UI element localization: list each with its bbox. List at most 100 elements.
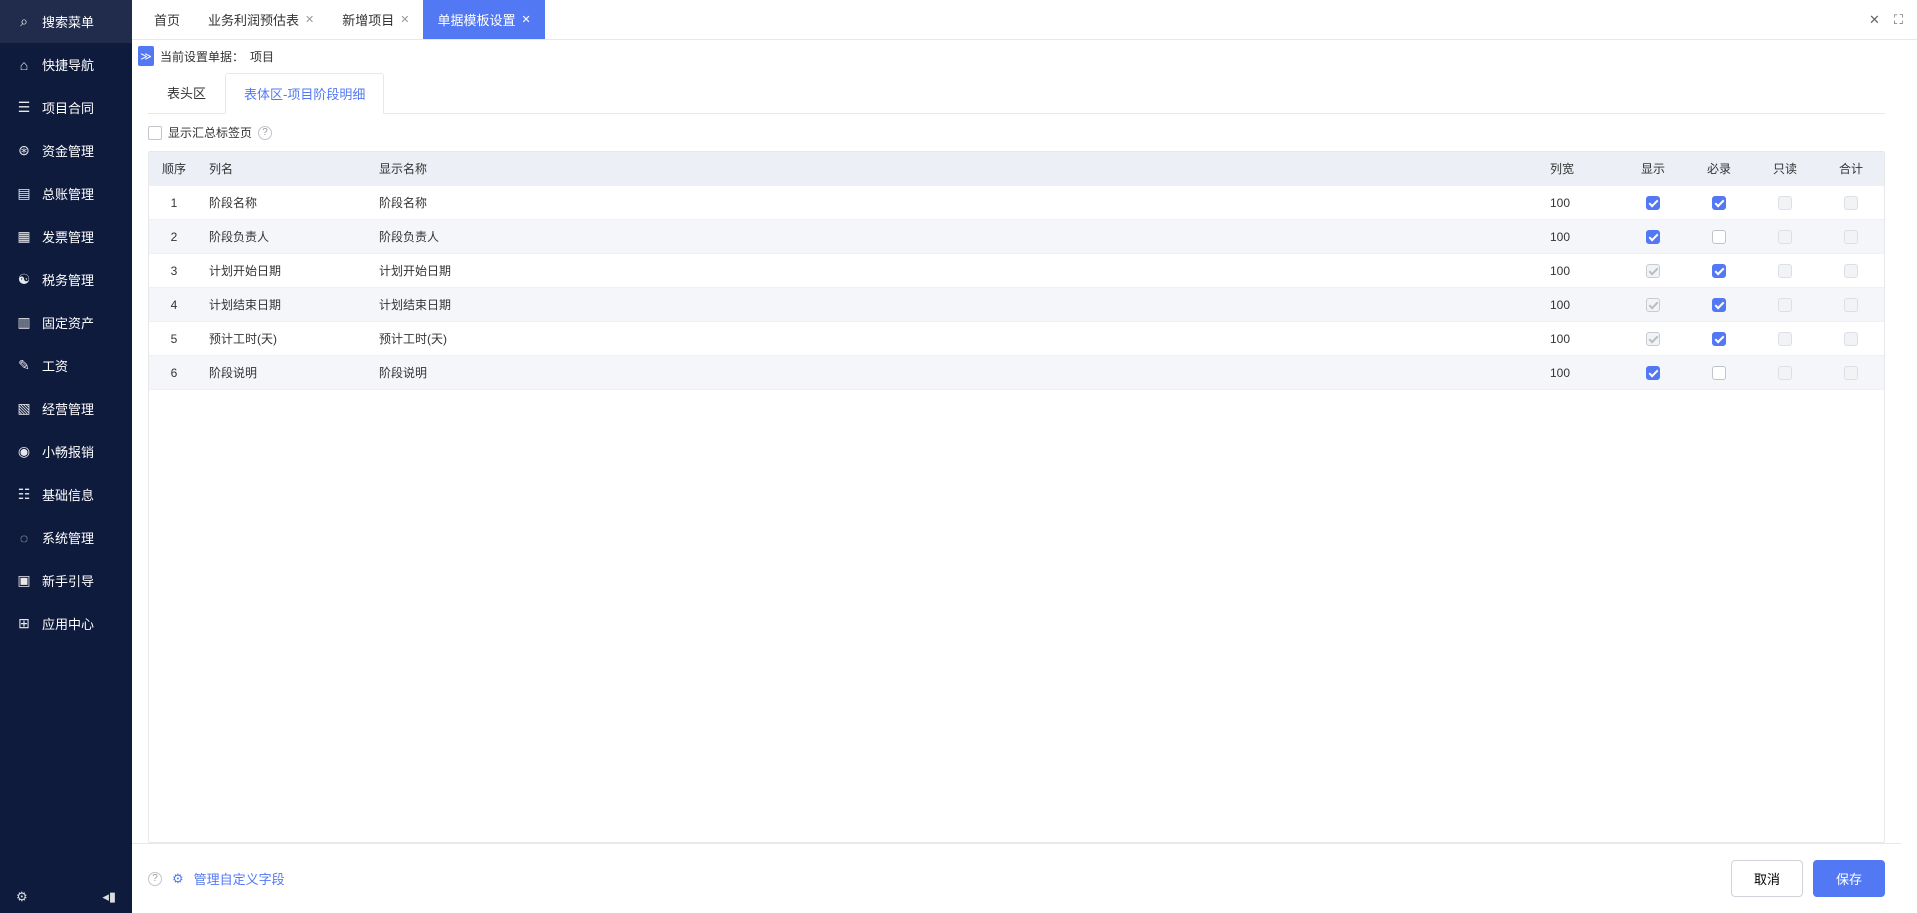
tab-2[interactable]: 新增项目✕ bbox=[328, 0, 423, 39]
cell-width[interactable]: 100 bbox=[1540, 288, 1620, 322]
show-summary-label: 显示汇总标签页 bbox=[168, 124, 252, 141]
sidebar-item-ledger[interactable]: ▤总账管理 bbox=[0, 172, 132, 215]
sidebar-item-label: 应用中心 bbox=[42, 614, 94, 633]
fullscreen-icon[interactable]: ⛶ bbox=[1894, 12, 1903, 28]
cell-total bbox=[1818, 186, 1884, 220]
cell-width[interactable]: 100 bbox=[1540, 322, 1620, 356]
cell-disp[interactable]: 预计工时(天) bbox=[369, 322, 1540, 356]
sidebar-item-label: 快捷导航 bbox=[42, 55, 94, 74]
cell-disp[interactable]: 阶段负责人 bbox=[369, 220, 1540, 254]
th-width: 列宽 bbox=[1540, 152, 1620, 186]
cell-readonly bbox=[1752, 288, 1818, 322]
tab-1[interactable]: 业务利润预估表✕ bbox=[194, 0, 328, 39]
cell-readonly bbox=[1752, 322, 1818, 356]
cancel-button[interactable]: 取消 bbox=[1731, 860, 1803, 897]
checkbox[interactable] bbox=[1712, 332, 1726, 346]
close-icon[interactable]: ✕ bbox=[305, 13, 314, 26]
cell-name[interactable]: 阶段说明 bbox=[199, 356, 369, 390]
sidebar-item-invoice[interactable]: ▦发票管理 bbox=[0, 215, 132, 258]
checkbox bbox=[1844, 332, 1858, 346]
cell-show bbox=[1620, 186, 1686, 220]
sidebar-item-project[interactable]: ☰ 项目合同 bbox=[0, 86, 132, 129]
tab-label: 首页 bbox=[154, 10, 180, 29]
checkbox[interactable] bbox=[1712, 366, 1726, 380]
table-row: 3计划开始日期计划开始日期100 bbox=[149, 254, 1884, 288]
tab-3[interactable]: 单据模板设置✕ bbox=[423, 0, 544, 39]
cell-required bbox=[1686, 254, 1752, 288]
baseinfo-icon: ☷ bbox=[16, 487, 32, 503]
close-icon[interactable]: ✕ bbox=[400, 13, 409, 26]
show-summary-checkbox[interactable]: 显示汇总标签页 bbox=[148, 124, 252, 141]
project-icon: ☰ bbox=[16, 100, 32, 116]
sidebar-item-operate[interactable]: ▧经营管理 bbox=[0, 387, 132, 430]
cell-width[interactable]: 100 bbox=[1540, 186, 1620, 220]
cell-required bbox=[1686, 288, 1752, 322]
sidebar-item-baseinfo[interactable]: ☷基础信息 bbox=[0, 473, 132, 516]
cell-total bbox=[1818, 322, 1884, 356]
checkbox[interactable] bbox=[1712, 264, 1726, 278]
cell-name[interactable]: 计划结束日期 bbox=[199, 288, 369, 322]
manage-custom-fields-link[interactable]: 管理自定义字段 bbox=[194, 869, 285, 888]
settings-icon[interactable]: ⚙ bbox=[16, 889, 28, 905]
cell-width[interactable]: 100 bbox=[1540, 254, 1620, 288]
sidebar-item-label: 项目合同 bbox=[42, 98, 94, 117]
checkbox bbox=[1844, 298, 1858, 312]
asset-icon: ▥ bbox=[16, 315, 32, 331]
sidebar-item-sysmgr[interactable]: ◌系统管理 bbox=[0, 516, 132, 559]
sidebar-item-fund[interactable]: ⊛资金管理 bbox=[0, 129, 132, 172]
checkbox bbox=[1844, 264, 1858, 278]
cell-name[interactable]: 预计工时(天) bbox=[199, 322, 369, 356]
checkbox[interactable] bbox=[1646, 366, 1660, 380]
sidebar-item-appcenter[interactable]: ⊞ 应用中心 bbox=[0, 602, 132, 645]
sidebar-item-label: 新手引导 bbox=[42, 571, 94, 590]
help-icon[interactable]: ? bbox=[258, 126, 272, 140]
close-all-icon[interactable]: ✕ bbox=[1869, 12, 1880, 28]
sidebar-item-label: 总账管理 bbox=[42, 184, 94, 203]
cell-disp[interactable]: 计划结束日期 bbox=[369, 288, 1540, 322]
cell-width[interactable]: 100 bbox=[1540, 220, 1620, 254]
subtabs: 表头区表体区-项目阶段明细 bbox=[148, 72, 1885, 114]
checkbox[interactable] bbox=[1712, 298, 1726, 312]
cell-disp[interactable]: 阶段说明 bbox=[369, 356, 1540, 390]
sidebar-item-label: 固定资产 bbox=[42, 313, 94, 332]
notice-value: 项目 bbox=[250, 48, 274, 65]
sidebar-item-guide[interactable]: ▣ 新手引导 bbox=[0, 559, 132, 602]
sidebar-item-label: 资金管理 bbox=[42, 141, 94, 160]
cell-disp[interactable]: 阶段名称 bbox=[369, 186, 1540, 220]
sidebar-item-salary[interactable]: ✎工资 bbox=[0, 344, 132, 387]
checkbox[interactable] bbox=[1646, 196, 1660, 210]
notice-prefix: 当前设置单据： bbox=[160, 48, 244, 65]
appcenter-icon: ⊞ bbox=[16, 616, 32, 632]
sidebar-item-xcbx[interactable]: ◉小畅报销 bbox=[0, 430, 132, 473]
checkbox[interactable] bbox=[1712, 196, 1726, 210]
checkbox[interactable] bbox=[1712, 230, 1726, 244]
sidebar-item-search[interactable]: ⌕搜索菜单 bbox=[0, 0, 132, 43]
close-icon[interactable]: ✕ bbox=[522, 13, 531, 26]
guide-icon: ▣ bbox=[16, 573, 32, 589]
sidebar-item-asset[interactable]: ▥ 固定资产 bbox=[0, 301, 132, 344]
cell-name[interactable]: 计划开始日期 bbox=[199, 254, 369, 288]
collapse-icon[interactable]: ◂▮ bbox=[102, 889, 116, 905]
sidebar-item-quicknav[interactable]: ⌂快捷导航 bbox=[0, 43, 132, 86]
cell-show bbox=[1620, 254, 1686, 288]
checkbox[interactable] bbox=[1646, 230, 1660, 244]
notice-toggle-icon[interactable]: ≫ bbox=[138, 46, 154, 66]
cell-name[interactable]: 阶段名称 bbox=[199, 186, 369, 220]
cell-name[interactable]: 阶段负责人 bbox=[199, 220, 369, 254]
cell-disp[interactable]: 计划开始日期 bbox=[369, 254, 1540, 288]
salary-icon: ✎ bbox=[16, 358, 32, 374]
tab-0[interactable]: 首页 bbox=[140, 0, 194, 39]
sidebar: ⌕搜索菜单⌂快捷导航 ☰ 项目合同 ⊛资金管理▤总账管理▦发票管理☯税务管理 ▥ 固定资产… bbox=[0, 0, 132, 913]
subtab-0[interactable]: 表头区 bbox=[148, 72, 225, 113]
save-button[interactable]: 保存 bbox=[1813, 860, 1885, 897]
cell-readonly bbox=[1752, 356, 1818, 390]
footer-help-icon[interactable]: ? bbox=[148, 872, 162, 886]
subtab-1[interactable]: 表体区-项目阶段明细 bbox=[225, 73, 384, 114]
sidebar-item-label: 小畅报销 bbox=[42, 442, 94, 461]
cell-show bbox=[1620, 288, 1686, 322]
sidebar-item-tax[interactable]: ☯税务管理 bbox=[0, 258, 132, 301]
th-total: 合计 bbox=[1818, 152, 1884, 186]
checkbox bbox=[1778, 332, 1792, 346]
th-required: 必录 bbox=[1686, 152, 1752, 186]
cell-width[interactable]: 100 bbox=[1540, 356, 1620, 390]
